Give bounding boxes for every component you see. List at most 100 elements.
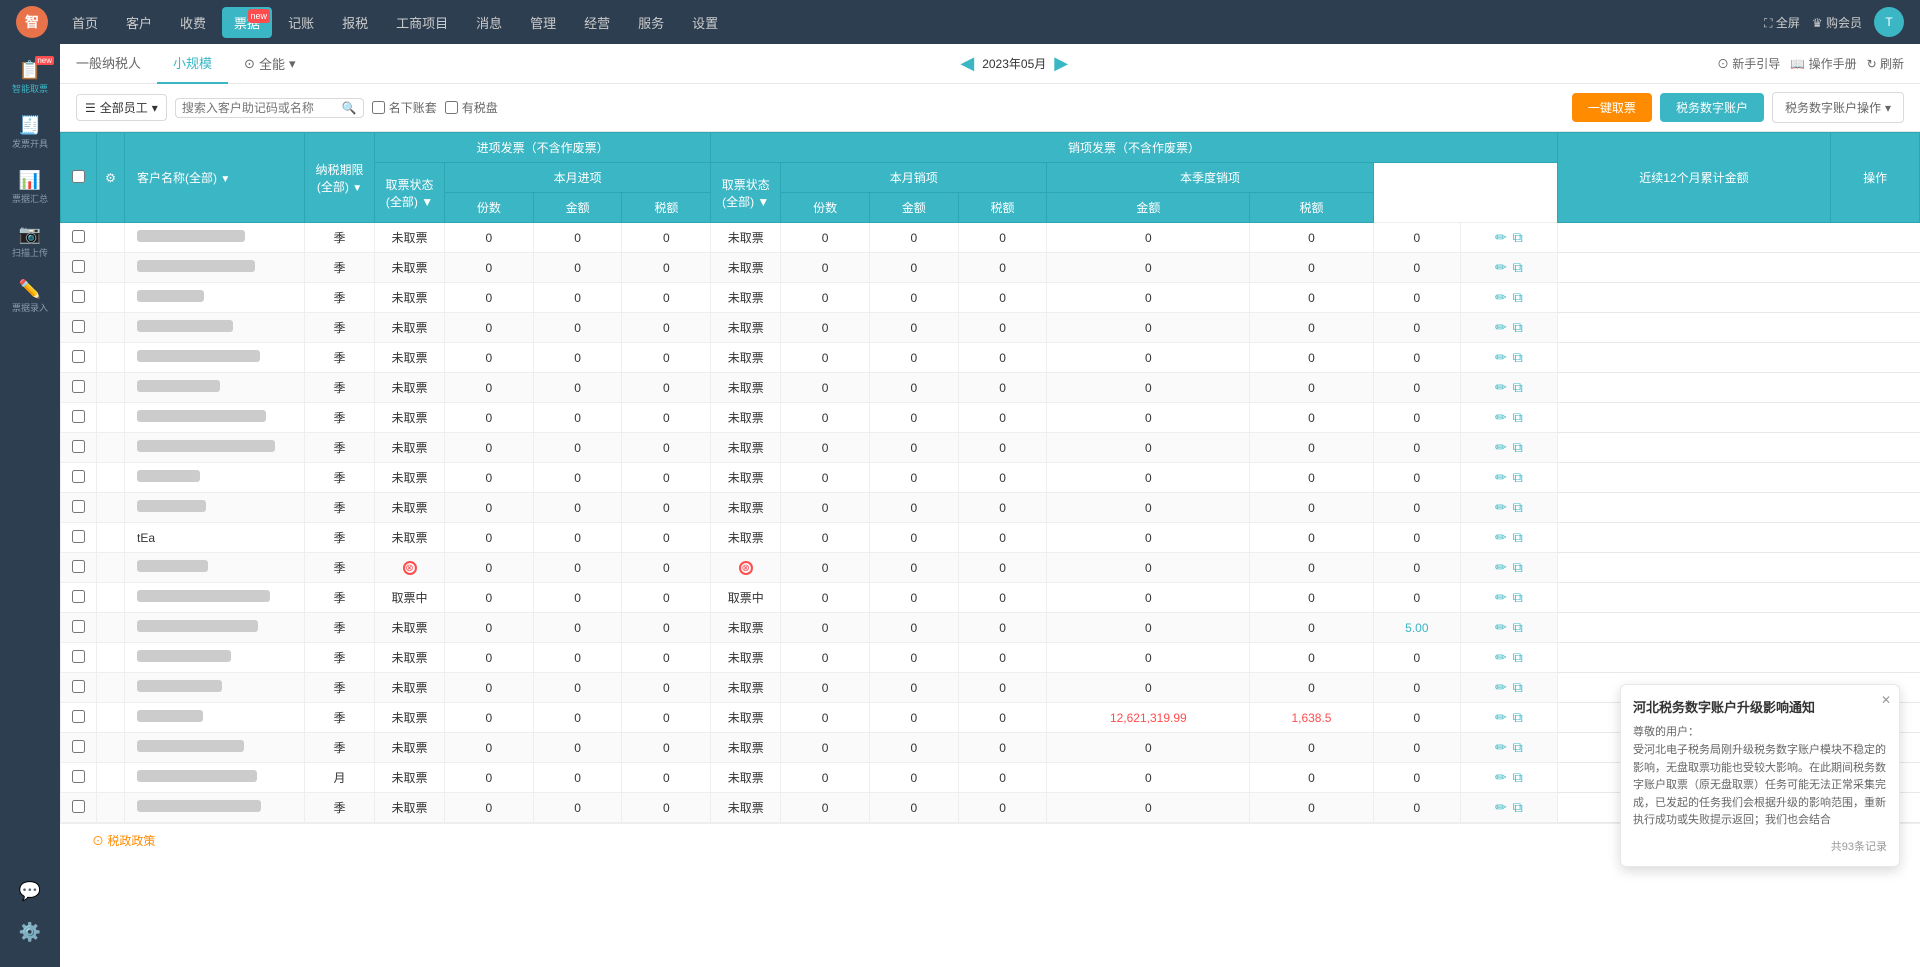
edit-icon[interactable]: ✏ [1495, 409, 1507, 426]
user-avatar[interactable]: T [1874, 7, 1904, 37]
copy-icon[interactable]: ⧉ [1513, 499, 1523, 516]
nav-item-bizproject[interactable]: 工商项目 [384, 7, 460, 38]
row-checkbox[interactable] [72, 530, 85, 543]
copy-icon[interactable]: ⧉ [1513, 469, 1523, 486]
nav-item-ops[interactable]: 经营 [572, 7, 622, 38]
edit-icon[interactable]: ✏ [1495, 649, 1507, 666]
nav-item-tickets[interactable]: 票据 new [222, 7, 272, 38]
sidebar-item-config[interactable]: ⚙️ [15, 914, 45, 951]
edit-icon[interactable]: ✏ [1495, 229, 1507, 246]
nav-item-messages[interactable]: 消息 [464, 7, 514, 38]
fullscreen-btn[interactable]: ⛶ 全屏 [1764, 14, 1800, 31]
copy-icon[interactable]: ⧉ [1513, 679, 1523, 696]
employee-select[interactable]: ☰ 全部员工 ▾ [76, 94, 167, 121]
edit-icon[interactable]: ✏ [1495, 499, 1507, 516]
edit-icon[interactable]: ✏ [1495, 769, 1507, 786]
sidebar-item-invoice-open[interactable]: 🧾 发票开具 [0, 107, 60, 158]
row-checkbox[interactable] [72, 290, 85, 303]
copy-icon[interactable]: ⧉ [1513, 409, 1523, 426]
new-guide-btn[interactable]: ⊙ 新手引导 [1717, 55, 1780, 72]
copy-icon[interactable]: ⧉ [1513, 559, 1523, 576]
manual-btn[interactable]: 📖 操作手册 [1790, 55, 1856, 72]
sidebar-item-scan-upload[interactable]: 📷 扫描上传 [0, 216, 60, 267]
vip-btn[interactable]: ♛ 购会员 [1812, 14, 1862, 31]
sidebar-item-smart-ticket[interactable]: 📋 智能取票 new [0, 52, 60, 103]
period-filter-icon[interactable]: ▼ [352, 183, 362, 194]
edit-icon[interactable]: ✏ [1495, 349, 1507, 366]
sidebar-item-ticket-summary[interactable]: 📊 票据汇总 [0, 162, 60, 213]
row-checkbox[interactable] [72, 680, 85, 693]
edit-icon[interactable]: ✏ [1495, 589, 1507, 606]
checkbox-sub-account[interactable]: 名下账套 [372, 99, 437, 116]
notification-close-btn[interactable]: ✕ [1881, 693, 1891, 707]
checkbox-has-taxdisk[interactable]: 有税盘 [445, 99, 498, 116]
copy-icon[interactable]: ⧉ [1513, 589, 1523, 606]
tab-all-capable[interactable]: ⊙ 全能 ▾ [228, 44, 311, 83]
edit-icon[interactable]: ✏ [1495, 379, 1507, 396]
row-checkbox[interactable] [72, 740, 85, 753]
row-checkbox[interactable] [72, 710, 85, 723]
client-filter-icon[interactable]: ▼ [220, 174, 230, 185]
refresh-btn[interactable]: ↻ 刷新 [1867, 55, 1904, 72]
edit-icon[interactable]: ✏ [1495, 799, 1507, 816]
tax-policy-link[interactable]: ⊙ 税政政策 [76, 828, 171, 853]
nav-item-home[interactable]: 首页 [60, 7, 110, 38]
edit-icon[interactable]: ✏ [1495, 529, 1507, 546]
row-checkbox[interactable] [72, 440, 85, 453]
row-checkbox[interactable] [72, 260, 85, 273]
row-checkbox[interactable] [72, 590, 85, 603]
row-checkbox[interactable] [72, 470, 85, 483]
tax-digital-ops-btn[interactable]: 税务数字账户操作 ▾ [1772, 92, 1904, 123]
edit-icon[interactable]: ✏ [1495, 559, 1507, 576]
nav-item-tax[interactable]: 报税 [330, 7, 380, 38]
copy-icon[interactable]: ⧉ [1513, 289, 1523, 306]
copy-icon[interactable]: ⧉ [1513, 529, 1523, 546]
in-status-filter-icon[interactable]: ▼ [421, 195, 433, 209]
settings-icon[interactable]: ⚙ [105, 171, 116, 185]
tab-small-scale[interactable]: 小规模 [157, 44, 228, 84]
nav-item-manage[interactable]: 管理 [518, 7, 568, 38]
copy-icon[interactable]: ⧉ [1513, 799, 1523, 816]
row-checkbox[interactable] [72, 230, 85, 243]
sidebar-item-ticket-entry[interactable]: ✏️ 票据录入 [0, 271, 60, 322]
nav-item-settings[interactable]: 设置 [680, 7, 730, 38]
copy-icon[interactable]: ⧉ [1513, 349, 1523, 366]
out-status-filter-icon[interactable]: ▼ [757, 195, 769, 209]
row-checkbox[interactable] [72, 380, 85, 393]
copy-icon[interactable]: ⧉ [1513, 739, 1523, 756]
search-input[interactable] [182, 101, 342, 115]
row-checkbox[interactable] [72, 770, 85, 783]
copy-icon[interactable]: ⧉ [1513, 319, 1523, 336]
copy-icon[interactable]: ⧉ [1513, 709, 1523, 726]
row-checkbox[interactable] [72, 650, 85, 663]
edit-icon[interactable]: ✏ [1495, 439, 1507, 456]
row-checkbox[interactable] [72, 500, 85, 513]
row-checkbox[interactable] [72, 320, 85, 333]
row-checkbox[interactable] [72, 620, 85, 633]
edit-icon[interactable]: ✏ [1495, 679, 1507, 696]
row-checkbox[interactable] [72, 800, 85, 813]
nav-item-billing[interactable]: 收费 [168, 7, 218, 38]
edit-icon[interactable]: ✏ [1495, 319, 1507, 336]
row-checkbox[interactable] [72, 560, 85, 573]
copy-icon[interactable]: ⧉ [1513, 259, 1523, 276]
copy-icon[interactable]: ⧉ [1513, 379, 1523, 396]
nav-item-service[interactable]: 服务 [626, 7, 676, 38]
nav-item-customers[interactable]: 客户 [114, 7, 164, 38]
tab-general-taxpayer[interactable]: 一般纳税人 [60, 44, 157, 84]
edit-icon[interactable]: ✏ [1495, 259, 1507, 276]
one-click-ticket-btn[interactable]: 一键取票 [1572, 93, 1652, 122]
edit-icon[interactable]: ✏ [1495, 289, 1507, 306]
row-checkbox[interactable] [72, 350, 85, 363]
copy-icon[interactable]: ⧉ [1513, 229, 1523, 246]
edit-icon[interactable]: ✏ [1495, 469, 1507, 486]
search-icon[interactable]: 🔍 [342, 101, 357, 115]
period-prev-btn[interactable]: ◀ [960, 53, 974, 74]
copy-icon[interactable]: ⧉ [1513, 649, 1523, 666]
tax-digital-account-btn[interactable]: 税务数字账户 [1660, 93, 1764, 122]
edit-icon[interactable]: ✏ [1495, 619, 1507, 636]
copy-icon[interactable]: ⧉ [1513, 439, 1523, 456]
period-next-btn[interactable]: ▶ [1054, 53, 1068, 74]
row-checkbox[interactable] [72, 410, 85, 423]
nav-item-accounting[interactable]: 记账 [276, 7, 326, 38]
